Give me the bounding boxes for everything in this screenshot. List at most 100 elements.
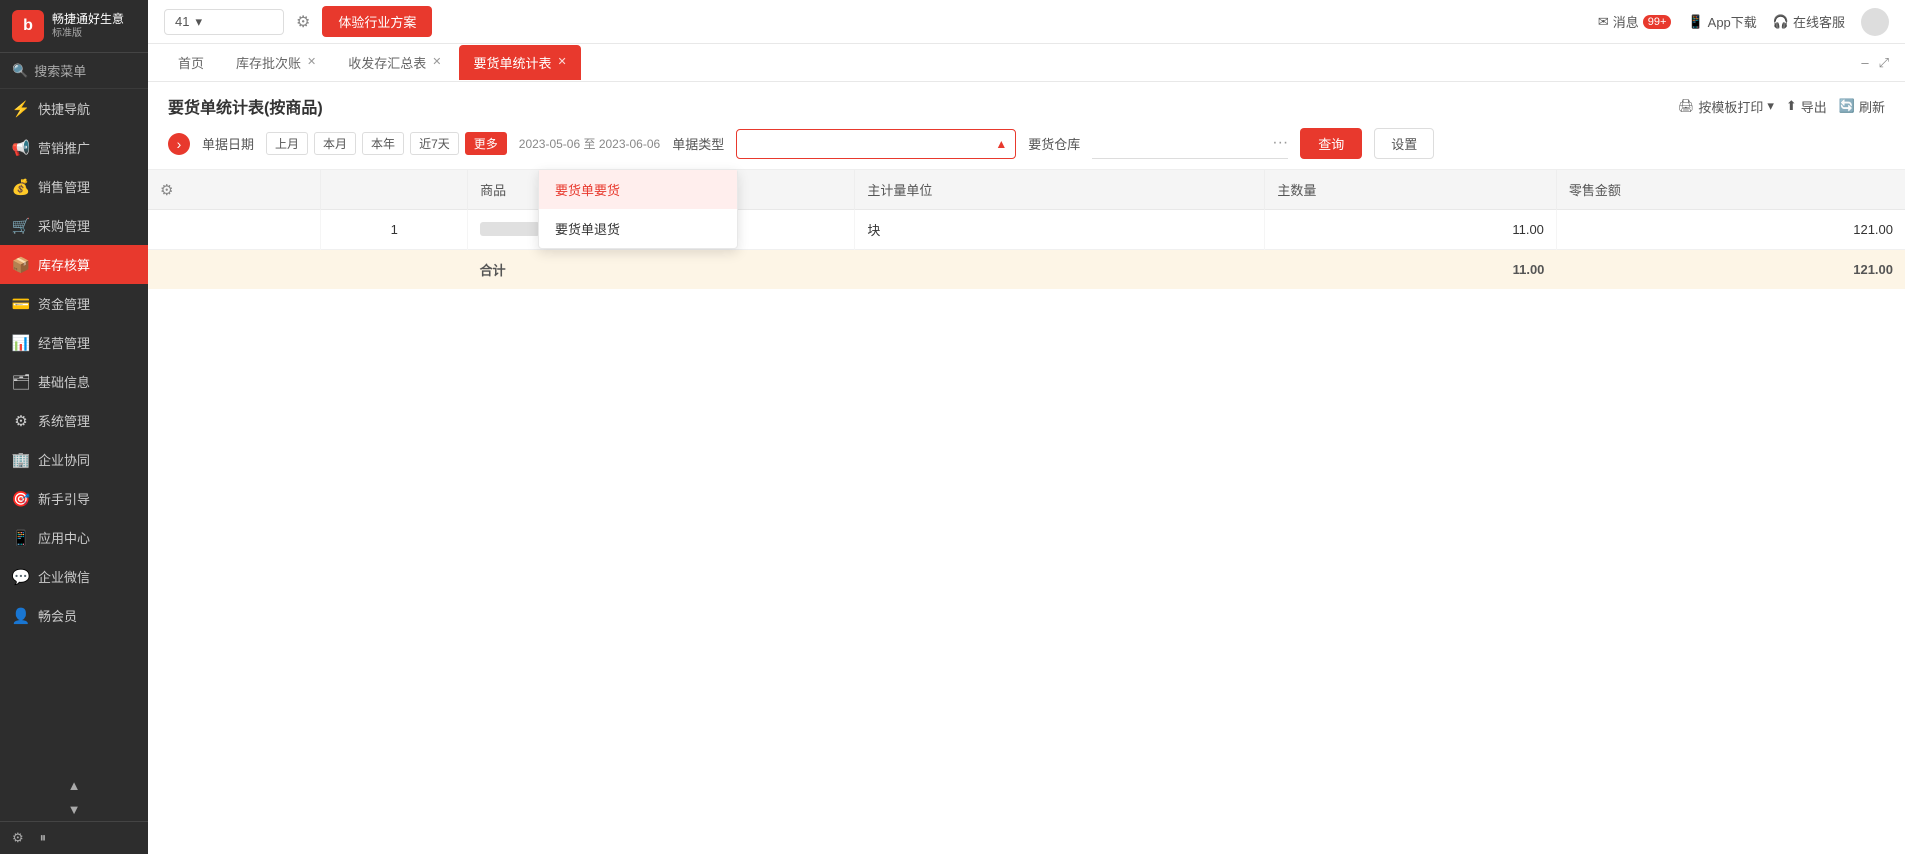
sidebar-item-system[interactable]: ⚙系统管理 xyxy=(0,401,148,440)
sidebar-search[interactable]: 🔍 搜索菜单 xyxy=(0,53,148,89)
sidebar-item-wechat[interactable]: 💬企业微信 xyxy=(0,557,148,596)
print-btn[interactable]: 🖨 按模板打印 ▾ xyxy=(1678,97,1774,116)
type-dropdown: 要货单要货要货单退货 xyxy=(538,169,738,249)
data-table: ⚙ 商品 主计量单位 主数量 零售金额 1 块 11. xyxy=(148,170,1905,289)
dropdown-option[interactable]: 要货单退货 xyxy=(539,209,737,248)
sidebar-item-purchase[interactable]: 🛒采购管理 xyxy=(0,206,148,245)
guide-icon: 🎯 xyxy=(12,490,30,508)
tab-1[interactable]: 库存批次账 ✕ xyxy=(222,45,330,80)
app-center-icon: 📱 xyxy=(12,529,30,547)
page-actions: 🖨 按模板打印 ▾ ⬆ 导出 🔄 刷新 xyxy=(1678,97,1885,116)
maximize-icon[interactable]: ⤢ xyxy=(1879,55,1889,71)
sidebar-item-label: 应用中心 xyxy=(38,528,90,547)
td-index: 1 xyxy=(321,210,468,250)
warehouse-select-input[interactable] xyxy=(1092,136,1268,151)
topbar-right: ✉ 消息 99+ 📱 App下载 🎧 在线客服 xyxy=(1598,8,1889,36)
query-button[interactable]: 查询 xyxy=(1300,128,1362,159)
td-quantity: 11.00 xyxy=(1265,210,1557,250)
enterprise-icon: 🏢 xyxy=(12,451,30,469)
dropdown-option[interactable]: 要货单要货 xyxy=(539,170,737,209)
type-select-input[interactable] xyxy=(737,136,987,151)
sidebar-item-basic[interactable]: 🗂基础信息 xyxy=(0,362,148,401)
sidebar-scroll-up[interactable]: ▲ xyxy=(0,773,148,797)
topbar: 41 ▾ ⚙ 体验行业方案 ✉ 消息 99+ 📱 App下载 🎧 在线客服 xyxy=(148,0,1905,44)
company-selector[interactable]: 41 ▾ xyxy=(164,9,284,35)
date-range-display: 2023-05-06 至 2023-06-06 xyxy=(519,135,660,152)
promo-button[interactable]: 体验行业方案 xyxy=(322,6,432,37)
page-header: 要货单统计表(按商品) 🖨 按模板打印 ▾ ⬆ 导出 🔄 刷新 xyxy=(148,82,1905,118)
sidebar-item-label: 基础信息 xyxy=(38,372,90,391)
export-icon: ⬆ xyxy=(1786,98,1797,114)
filter-toggle-btn[interactable]: › xyxy=(168,133,190,155)
tab-3[interactable]: 要货单统计表 ✕ xyxy=(459,45,580,80)
sidebar-item-inventory[interactable]: 📦库存核算 xyxy=(0,245,148,284)
tab-2[interactable]: 收发存汇总表✕ xyxy=(334,45,455,80)
refresh-btn[interactable]: 🔄 刷新 xyxy=(1839,97,1885,116)
sidebar-item-label: 营销推广 xyxy=(38,138,90,157)
tab-label: 要货单统计表 xyxy=(473,53,551,72)
sidebar-logo: b 畅捷通好生意 标准版 xyxy=(0,0,148,53)
search-icon: 🔍 xyxy=(12,63,28,79)
print-icon: 🖨 xyxy=(1678,98,1695,114)
message-btn[interactable]: ✉ 消息 99+ xyxy=(1598,12,1672,31)
phone-icon: 📱 xyxy=(1687,14,1703,30)
sidebar-item-guide[interactable]: 🎯 新手引导 xyxy=(0,479,148,518)
col-quantity: 主数量 xyxy=(1265,170,1557,210)
warehouse-select-wrapper[interactable]: ··· xyxy=(1092,129,1288,159)
minimize-icon[interactable]: – xyxy=(1861,55,1868,71)
shortcut-last-7-days[interactable]: 近7天 xyxy=(410,132,459,155)
sidebar-nav: ⚡快捷导航📢营销推广💰销售管理🛒采购管理📦库存核算💳资金管理📊经营管理🗂基础信息… xyxy=(0,89,148,773)
user-avatar[interactable] xyxy=(1861,8,1889,36)
sales-icon: 💰 xyxy=(12,178,30,196)
collapse-icon[interactable]: ⏸ xyxy=(40,830,47,846)
sidebar-item-quick-nav[interactable]: ⚡快捷导航 xyxy=(0,89,148,128)
settings-button[interactable]: 设置 xyxy=(1374,128,1434,159)
sidebar-item-app-center[interactable]: 📱 应用中心 xyxy=(0,518,148,557)
sidebar-item-label: 企业微信 xyxy=(38,567,90,586)
operation-icon: 📊 xyxy=(12,334,30,352)
sidebar-item-sales[interactable]: 💰销售管理 xyxy=(0,167,148,206)
tab-0[interactable]: 首页 xyxy=(164,45,218,80)
td-footer-quantity: 11.00 xyxy=(1265,250,1557,290)
column-settings-icon[interactable]: ⚙ xyxy=(160,182,173,199)
table-header-row: ⚙ 商品 主计量单位 主数量 零售金额 xyxy=(148,170,1905,210)
sidebar-item-member[interactable]: 👤畅会员 xyxy=(0,596,148,635)
system-icon: ⚙ xyxy=(12,412,30,430)
shortcut-this-month[interactable]: 本月 xyxy=(314,132,356,155)
sidebar-item-label: 快捷导航 xyxy=(38,99,90,118)
app-download-btn[interactable]: 📱 App下载 xyxy=(1687,12,1756,31)
col-unit: 主计量单位 xyxy=(855,170,1265,210)
shortcut-last-month[interactable]: 上月 xyxy=(266,132,308,155)
sidebar-item-label: 采购管理 xyxy=(38,216,90,235)
chevron-down-icon: ▾ xyxy=(195,14,202,30)
app-logo-text: 畅捷通好生意 标准版 xyxy=(52,11,124,42)
headset-icon: 🎧 xyxy=(1773,14,1789,30)
sidebar-item-operation[interactable]: 📊经营管理 xyxy=(0,323,148,362)
type-select-wrapper[interactable]: ▲ xyxy=(736,129,1016,159)
chevron-up-icon[interactable]: ▲ xyxy=(987,137,1015,151)
member-icon: 👤 xyxy=(12,607,30,625)
sidebar-item-label: 库存核算 xyxy=(38,255,90,274)
sidebar-scroll-down[interactable]: ▼ xyxy=(0,797,148,821)
sidebar-item-marketing[interactable]: 📢营销推广 xyxy=(0,128,148,167)
tab-label: 库存批次账 xyxy=(236,53,301,72)
settings-icon[interactable]: ⚙ xyxy=(12,830,24,846)
page-content: 要货单统计表(按商品) 🖨 按模板打印 ▾ ⬆ 导出 🔄 刷新 › xyxy=(148,82,1905,854)
more-btn[interactable]: ··· xyxy=(1272,134,1288,152)
sidebar-item-finance[interactable]: 💳资金管理 xyxy=(0,284,148,323)
td-footer-label: 合计 xyxy=(468,250,855,290)
tab-close-icon[interactable]: ✕ xyxy=(307,57,316,68)
sidebar-item-label: 新手引导 xyxy=(38,489,90,508)
data-table-container: ⚙ 商品 主计量单位 主数量 零售金额 1 块 11. xyxy=(148,170,1905,854)
shortcut-more[interactable]: 更多 xyxy=(465,132,507,155)
col-settings[interactable]: ⚙ xyxy=(148,170,321,210)
settings-icon[interactable]: ⚙ xyxy=(296,12,310,32)
shortcut-this-year[interactable]: 本年 xyxy=(362,132,404,155)
finance-icon: 💳 xyxy=(12,295,30,313)
tab-close-icon[interactable]: ✕ xyxy=(558,57,567,68)
sidebar-item-enterprise[interactable]: 🏢企业协同 xyxy=(0,440,148,479)
export-btn[interactable]: ⬆ 导出 xyxy=(1786,97,1827,116)
tab-close-icon[interactable]: ✕ xyxy=(432,57,441,68)
online-service-btn[interactable]: 🎧 在线客服 xyxy=(1773,12,1845,31)
message-icon: ✉ xyxy=(1598,14,1609,30)
